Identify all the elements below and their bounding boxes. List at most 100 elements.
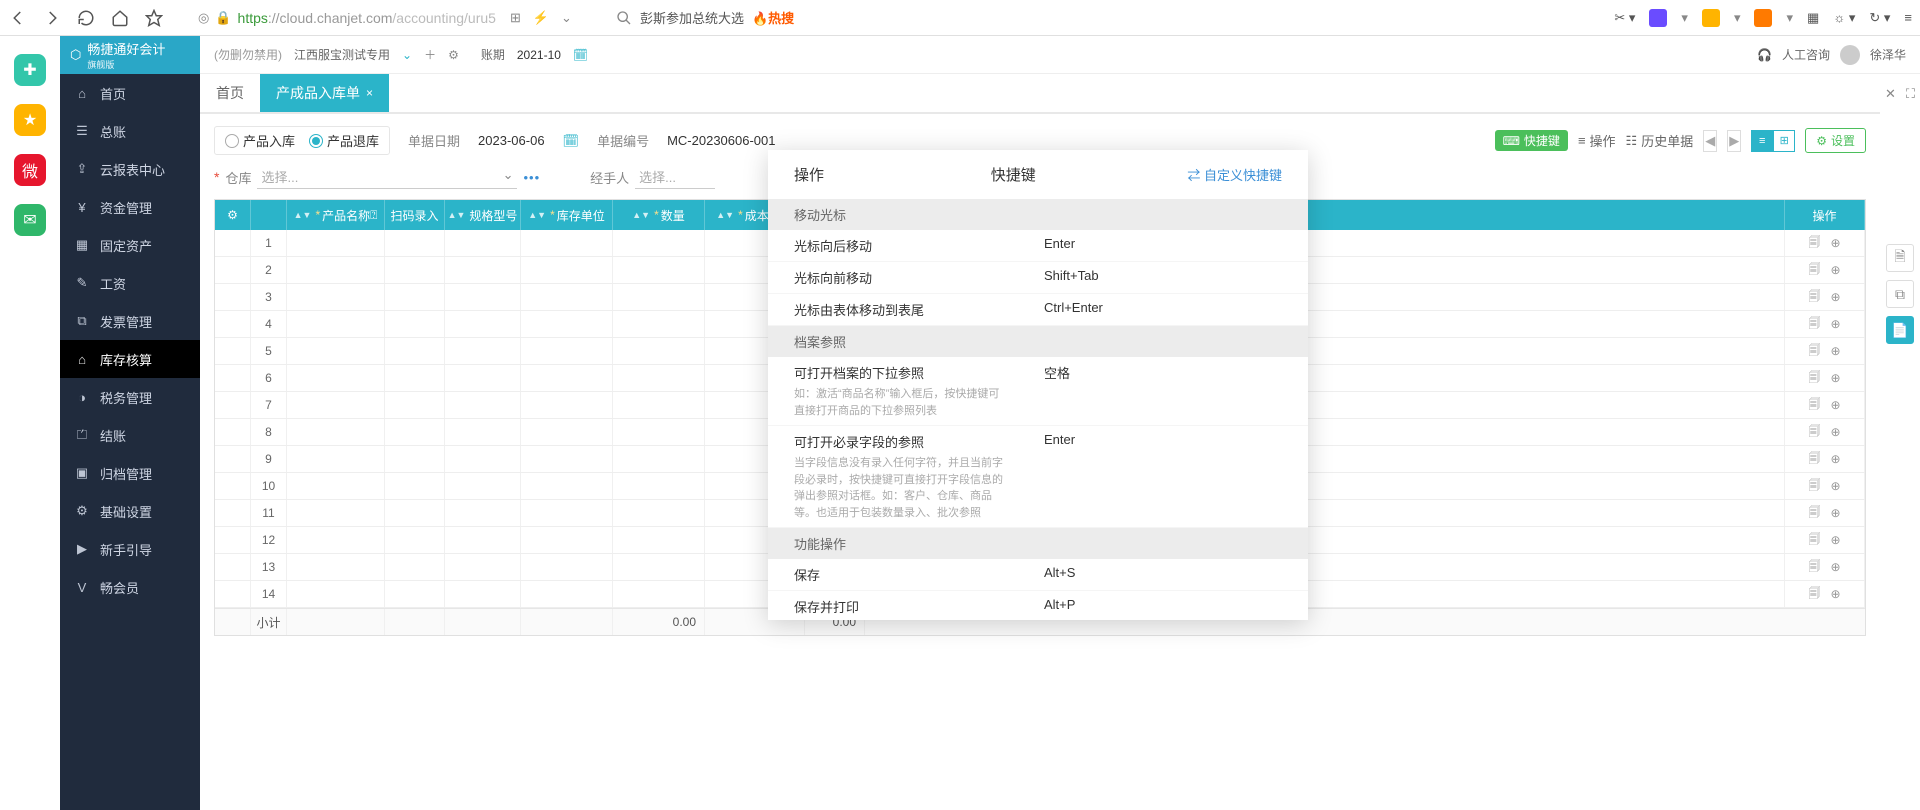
sidebar-item-8[interactable]: ◑税务管理 [60,378,200,416]
row-copy-icon[interactable]: 🗐 [1808,314,1820,335]
star-icon[interactable] [144,8,164,28]
ops-button[interactable]: ≡ 操作 [1578,131,1616,150]
row-copy-icon[interactable]: 🗐 [1808,233,1820,254]
sidebar-item-4[interactable]: ▦固定资产 [60,226,200,264]
th-spec[interactable]: ▲▼规格型号 [445,200,521,230]
radio-return[interactable]: 产品退库 [309,131,379,150]
sidebar-item-5[interactable]: ✎工资 [60,264,200,302]
sidebar-item-11[interactable]: ⚙基础设置 [60,492,200,530]
row-add-icon[interactable]: ⊕ [1830,425,1840,439]
row-add-icon[interactable]: ⊕ [1830,371,1840,385]
period-value[interactable]: 2021-10 [517,48,561,62]
th-qty[interactable]: ▲▼*数量 [613,200,705,230]
row-copy-icon[interactable]: 🗐 [1808,584,1820,605]
translate-icon[interactable] [1649,9,1667,27]
sidebar-item-0[interactable]: ⌂首页 [60,74,200,112]
date-calendar-icon[interactable]: 🗓 [563,133,580,149]
sidebar-item-1[interactable]: ☰总账 [60,112,200,150]
coin-icon[interactable] [1702,9,1720,27]
date-value[interactable]: 2023-06-06 [478,133,545,148]
sidebar-item-10[interactable]: ▣归档管理 [60,454,200,492]
launcher-mail[interactable]: ✉ [14,204,46,236]
sidebar-item-6[interactable]: ⧉发票管理 [60,302,200,340]
th-scan[interactable]: 扫码录入 [385,200,445,230]
row-add-icon[interactable]: ⊕ [1830,398,1840,412]
url-bar[interactable]: ◎ 🔒 https://cloud.chanjet.com/accounting… [198,10,572,26]
view-card-icon[interactable]: ⊞ [1773,130,1795,152]
game-icon[interactable] [1754,9,1772,27]
company-dropdown-icon[interactable]: ⌄ [402,48,412,62]
row-copy-icon[interactable]: 🗐 [1808,422,1820,443]
user-name[interactable]: 徐泽华 [1870,46,1906,63]
search-area[interactable]: 彭斯参加总统大选 🔥热搜 [616,8,794,27]
support-label[interactable]: 人工咨询 [1782,46,1830,63]
row-add-icon[interactable]: ⊕ [1830,290,1840,304]
sidebar-item-2[interactable]: ⇪云报表中心 [60,150,200,188]
settings-button[interactable]: ⚙ 设置 [1805,128,1866,153]
radio-inbound[interactable]: 产品入库 [225,131,295,150]
next-doc-icon[interactable]: ▶ [1727,130,1741,152]
rail-doc-icon[interactable]: 📄 [1886,316,1914,344]
history-icon[interactable]: ↻ ▾ [1869,10,1890,26]
row-add-icon[interactable]: ⊕ [1830,317,1840,331]
launcher-weibo[interactable]: 微 [14,154,46,186]
row-copy-icon[interactable]: 🗐 [1808,341,1820,362]
refresh-icon[interactable] [76,8,96,28]
tab-1[interactable]: 产成品入库单× [260,74,389,112]
support-icon[interactable]: 🎧 [1757,48,1772,62]
row-copy-icon[interactable]: 🗐 [1808,530,1820,551]
row-add-icon[interactable]: ⊕ [1830,533,1840,547]
row-add-icon[interactable]: ⊕ [1830,452,1840,466]
sidebar-item-3[interactable]: ¥资金管理 [60,188,200,226]
tab-close[interactable]: × [366,86,373,100]
menu-icon[interactable]: ≡ [1904,10,1912,25]
row-add-icon[interactable]: ⊕ [1830,344,1840,358]
sidebar-item-7[interactable]: ⌂库存核算 [60,340,200,378]
warehouse-select[interactable]: 选择...⌄ [257,165,517,189]
view-list-icon[interactable]: ≡ [1751,130,1773,152]
warehouse-more-icon[interactable]: ••• [523,170,540,185]
row-copy-icon[interactable]: 🗐 [1808,503,1820,524]
fullscreen-icon[interactable]: ⛶ [1906,86,1915,102]
back-icon[interactable] [8,8,28,28]
sidebar-item-12[interactable]: ▶新手引导 [60,530,200,568]
calendar-icon[interactable]: 🗓 [573,48,588,62]
row-copy-icon[interactable]: 🗐 [1808,287,1820,308]
forward-icon[interactable] [42,8,62,28]
grid-icon[interactable]: ▦ [1807,10,1819,26]
company-name[interactable]: 江西服宝测试专用 [294,46,390,63]
tab-0[interactable]: 首页 [200,74,260,112]
sidebar-item-9[interactable]: ⏍结账 [60,416,200,454]
home-icon[interactable] [110,8,130,28]
sidebar-item-13[interactable]: V畅会员 [60,568,200,606]
prev-doc-icon[interactable]: ◀ [1703,130,1717,152]
popup-body[interactable]: 移动光标光标向后移动Enter光标向前移动Shift+Tab光标由表体移动到表尾… [768,199,1308,620]
th-gear[interactable]: ⚙ [215,200,251,230]
row-copy-icon[interactable]: 🗐 [1808,260,1820,281]
avatar[interactable] [1840,45,1860,65]
row-add-icon[interactable]: ⊕ [1830,587,1840,601]
rail-chart-icon[interactable]: ⧉ [1886,280,1914,308]
row-copy-icon[interactable]: 🗐 [1808,557,1820,578]
gear-icon[interactable]: ⚙ [448,48,459,62]
history-button[interactable]: ☷ 历史单据 [1626,131,1694,150]
handler-select[interactable]: 选择... [635,165,715,189]
row-add-icon[interactable]: ⊕ [1830,506,1840,520]
add-icon[interactable]: ＋ [424,46,436,63]
tab-close-icon[interactable]: ✕ [1885,86,1896,102]
custom-shortcut-link[interactable]: ⇄ 自定义快捷键 [1187,165,1282,184]
row-add-icon[interactable]: ⊕ [1830,236,1840,250]
scissors-icon[interactable]: ✂ ▾ [1614,10,1635,26]
row-copy-icon[interactable]: 🗐 [1808,395,1820,416]
th-name[interactable]: ▲▼*产品名称 ⍰ [287,200,385,230]
row-add-icon[interactable]: ⊕ [1830,560,1840,574]
row-add-icon[interactable]: ⊕ [1830,479,1840,493]
th-unit[interactable]: ▲▼*库存单位 [521,200,613,230]
row-copy-icon[interactable]: 🗐 [1808,368,1820,389]
rail-note-icon[interactable]: 🗎 [1886,244,1914,272]
launcher-app-2[interactable]: ★ [14,104,46,136]
row-copy-icon[interactable]: 🗐 [1808,476,1820,497]
sun-icon[interactable]: ☼ ▾ [1833,10,1855,26]
shortcut-badge[interactable]: ⌨ 快捷键 [1495,130,1568,151]
launcher-app-1[interactable]: ✚ [14,54,46,86]
